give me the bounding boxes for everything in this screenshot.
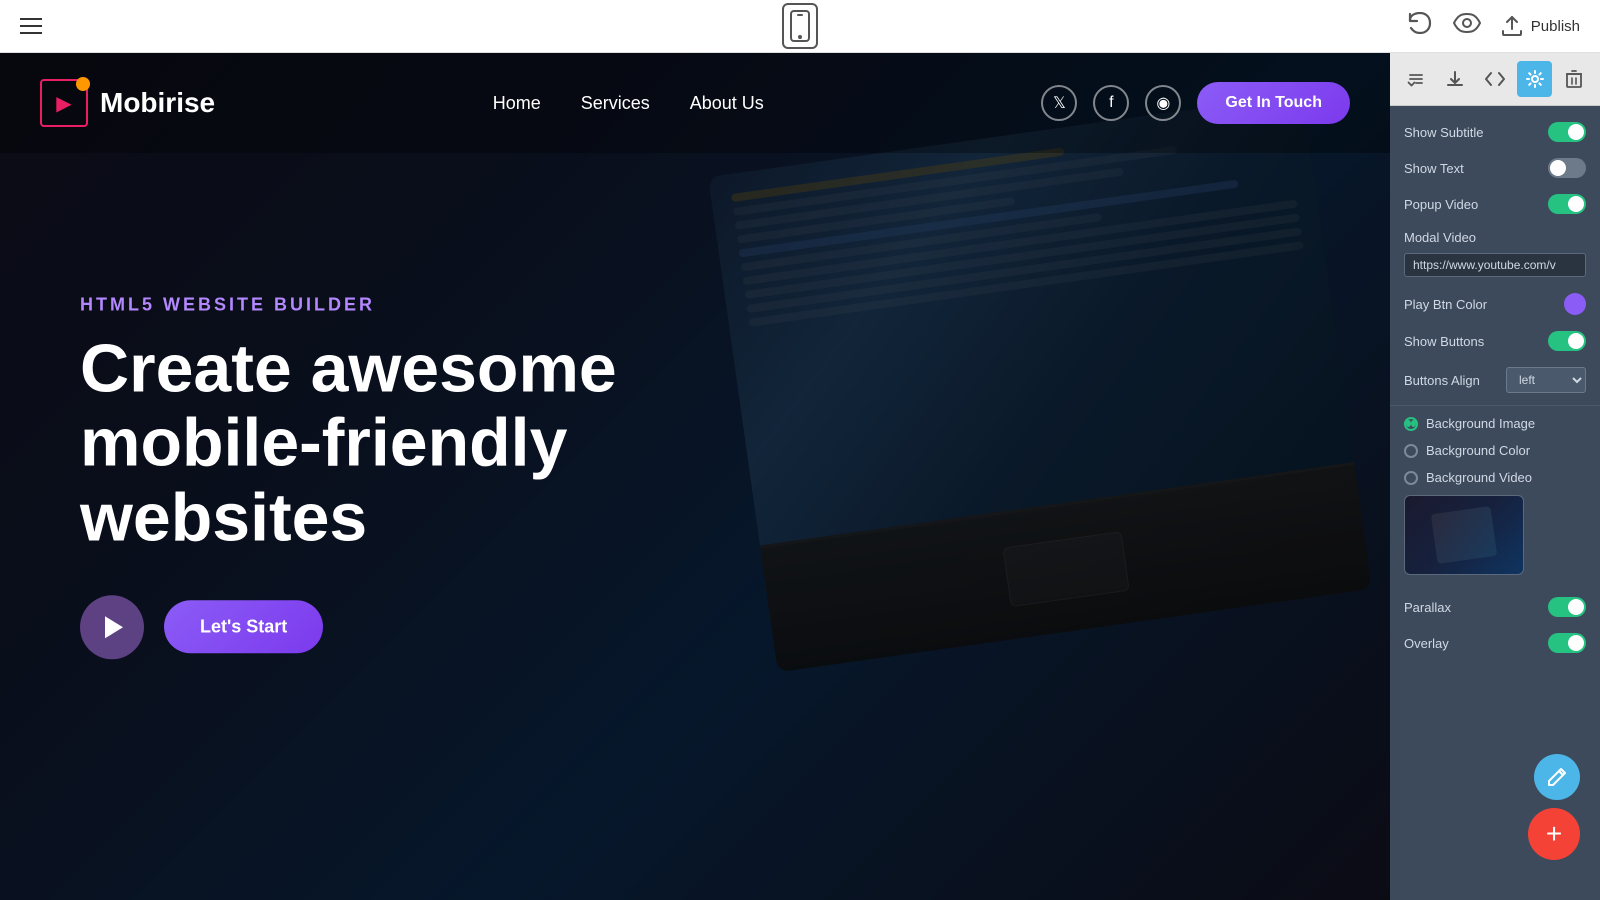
modal-video-label: Modal Video <box>1404 230 1476 245</box>
bg-color-row[interactable]: Background Color <box>1390 437 1600 464</box>
mobile-preview-button[interactable] <box>782 3 818 49</box>
bg-image-row[interactable]: Background Image <box>1390 410 1600 437</box>
bg-video-label: Background Video <box>1426 470 1532 485</box>
publish-label: Publish <box>1531 18 1580 35</box>
logo-text: Mobirise <box>100 87 215 119</box>
play-button[interactable] <box>80 595 144 659</box>
toolbar-right: Publish <box>1407 12 1580 40</box>
buttons-align-row: Buttons Align left center right <box>1390 359 1600 401</box>
popup-video-label: Popup Video <box>1404 197 1478 212</box>
show-buttons-label: Show Buttons <box>1404 334 1484 349</box>
start-button[interactable]: Let's Start <box>164 601 323 654</box>
canvas-area: Mobirise Home Services About Us 𝕏 f ◉ Ge… <box>0 53 1390 900</box>
show-subtitle-label: Show Subtitle <box>1404 125 1484 140</box>
bg-image-label: Background Image <box>1426 416 1535 431</box>
play-btn-color-swatch[interactable] <box>1564 293 1586 315</box>
publish-button[interactable]: Publish <box>1501 15 1580 37</box>
instagram-icon[interactable]: ◉ <box>1145 85 1181 121</box>
overlay-row: Overlay <box>1390 625 1600 661</box>
divider-1 <box>1390 405 1600 406</box>
popup-video-toggle[interactable] <box>1548 194 1586 214</box>
settings-panel: Show Subtitle Show Text Popup Video Moda… <box>1390 53 1600 900</box>
panel-toolbar <box>1390 53 1600 106</box>
hamburger-icon[interactable] <box>20 18 42 34</box>
bg-thumbnail-preview <box>1431 506 1497 564</box>
hero-buttons: Let's Start <box>80 595 780 659</box>
code-tool-button[interactable] <box>1477 61 1513 97</box>
show-subtitle-toggle[interactable] <box>1548 122 1586 142</box>
modal-video-input[interactable] <box>1404 253 1586 277</box>
undo-button[interactable] <box>1407 12 1433 40</box>
bg-video-radio[interactable] <box>1404 471 1418 485</box>
hero-title: Create awesome mobile-friendly websites <box>80 331 780 555</box>
cta-button[interactable]: Get In Touch <box>1197 82 1350 124</box>
modal-video-row: Modal Video <box>1390 222 1600 285</box>
show-subtitle-row: Show Subtitle <box>1390 114 1600 150</box>
main-area: Mobirise Home Services About Us 𝕏 f ◉ Ge… <box>0 53 1600 900</box>
hero-title-line2: mobile-friendly websites <box>80 405 567 556</box>
parallax-label: Parallax <box>1404 600 1451 615</box>
twitter-icon[interactable]: 𝕏 <box>1041 85 1077 121</box>
show-text-row: Show Text <box>1390 150 1600 186</box>
popup-video-row: Popup Video <box>1390 186 1600 222</box>
buttons-align-label: Buttons Align <box>1404 373 1480 388</box>
trash-tool-button[interactable] <box>1556 61 1592 97</box>
download-tool-button[interactable] <box>1438 61 1474 97</box>
settings-tool-button[interactable] <box>1517 61 1553 97</box>
hero-content: HTML5 WEBSITE BUILDER Create awesome mob… <box>80 294 780 659</box>
nav-home[interactable]: Home <box>493 93 541 114</box>
nav-services[interactable]: Services <box>581 93 650 114</box>
hero-section: Mobirise Home Services About Us 𝕏 f ◉ Ge… <box>0 53 1390 900</box>
edit-fab-button[interactable] <box>1534 754 1580 800</box>
sort-tool-button[interactable] <box>1398 61 1434 97</box>
bg-thumbnail[interactable] <box>1404 495 1524 575</box>
bg-video-row[interactable]: Background Video <box>1390 464 1600 491</box>
bg-image-radio[interactable] <box>1404 417 1418 431</box>
overlay-toggle[interactable] <box>1548 633 1586 653</box>
overlay-label: Overlay <box>1404 636 1449 651</box>
parallax-toggle[interactable] <box>1548 597 1586 617</box>
preview-button[interactable] <box>1453 13 1481 39</box>
buttons-align-select[interactable]: left center right <box>1506 367 1586 393</box>
nav-about[interactable]: About Us <box>690 93 764 114</box>
top-toolbar: Publish <box>0 0 1600 53</box>
hero-title-line1: Create awesome <box>80 330 617 406</box>
play-btn-color-row: Play Btn Color <box>1390 285 1600 323</box>
site-nav: Home Services About Us <box>493 93 764 114</box>
show-buttons-toggle[interactable] <box>1548 331 1586 351</box>
add-fab-button[interactable]: + <box>1528 808 1580 860</box>
parallax-row: Parallax <box>1390 589 1600 625</box>
toolbar-left <box>20 18 42 34</box>
show-text-label: Show Text <box>1404 161 1464 176</box>
site-nav-right: 𝕏 f ◉ Get In Touch <box>1041 82 1350 124</box>
show-text-toggle[interactable] <box>1548 158 1586 178</box>
logo-icon <box>40 79 88 127</box>
logo-sun-decoration <box>76 77 90 91</box>
play-btn-color-label: Play Btn Color <box>1404 297 1487 312</box>
site-navbar: Mobirise Home Services About Us 𝕏 f ◉ Ge… <box>0 53 1390 153</box>
show-buttons-row: Show Buttons <box>1390 323 1600 359</box>
hero-subtitle: HTML5 WEBSITE BUILDER <box>80 294 780 315</box>
facebook-icon[interactable]: f <box>1093 85 1129 121</box>
site-logo: Mobirise <box>40 79 215 127</box>
bg-color-radio[interactable] <box>1404 444 1418 458</box>
toolbar-center <box>782 3 818 49</box>
bg-color-label: Background Color <box>1426 443 1530 458</box>
